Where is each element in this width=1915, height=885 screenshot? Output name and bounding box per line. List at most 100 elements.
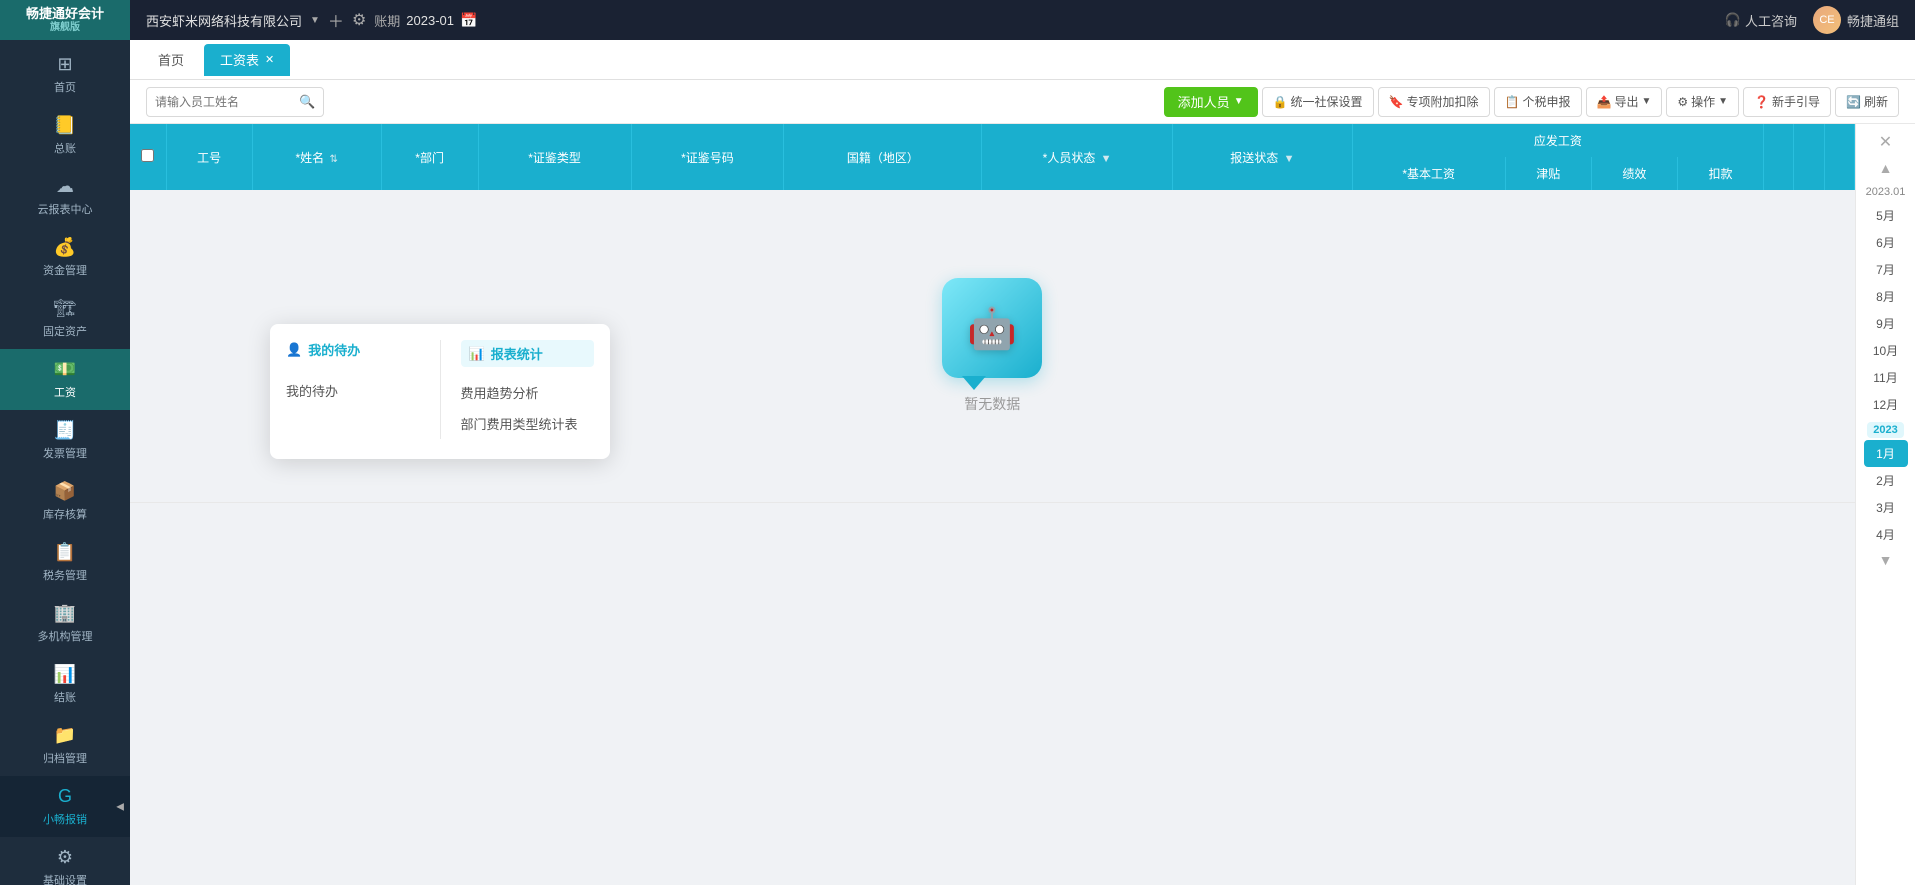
tab-salary[interactable]: 工资表 ✕ (204, 44, 290, 76)
company-settings-icon[interactable]: ⚙ (352, 10, 366, 30)
toolbar: 🔍 添加人员 ▼ 🔒 统一社保设置 🔖 专项附加扣除 📋 个税申报 (130, 80, 1915, 124)
sidebar-item-ledger[interactable]: 📒 总账 (0, 105, 130, 166)
top-header: 畅捷通好会计 旗舰版 西安虾米网络科技有限公司 ▼ ＋ ⚙ 账期 2023-01… (0, 0, 1915, 40)
th-allowance: 津贴 (1505, 157, 1591, 190)
timeline-close-icon[interactable]: ✕ (1879, 132, 1892, 152)
timeline-month-5[interactable]: 5月 (1864, 202, 1908, 229)
sidebar-item-multi-org[interactable]: 🏢 多机构管理 (0, 593, 130, 654)
settle-icon: 📊 (54, 664, 76, 685)
special-deduct-button[interactable]: 🔖 专项附加扣除 (1378, 87, 1490, 117)
operation-button[interactable]: ⚙ 操作 ▼ (1666, 87, 1739, 117)
settings-icon: ⚙ (57, 847, 73, 868)
timeline-month-4[interactable]: 4月 (1864, 521, 1908, 548)
timeline-month-7[interactable]: 7月 (1864, 256, 1908, 283)
timeline-month-11[interactable]: 11月 (1864, 364, 1908, 391)
sidebar-item-cloud-report[interactable]: ☁ 云报表中心 (0, 166, 130, 227)
search-icon[interactable]: 🔍 (299, 94, 315, 110)
timeline-month-9[interactable]: 9月 (1864, 310, 1908, 337)
tab-home[interactable]: 首页 (142, 44, 200, 76)
tax-icon: 📋 (54, 542, 76, 563)
timeline-month-2[interactable]: 2月 (1864, 467, 1908, 494)
add-company-icon[interactable]: ＋ (328, 8, 344, 32)
user-name: 畅捷通组 (1847, 11, 1899, 30)
support-button[interactable]: 🎧 人工咨询 (1725, 11, 1797, 30)
social-security-button[interactable]: 🔒 统一社保设置 (1262, 87, 1374, 117)
refresh-icon: 🔄 (1846, 95, 1861, 109)
popup-col-right: 📊 报表统计 费用趋势分析 部门费用类型统计表 (445, 340, 611, 439)
th-dept: *部门 (381, 124, 478, 190)
th-cert-type: *证鉴类型 (478, 124, 631, 190)
todo-icon: 👤 (286, 342, 302, 358)
calendar-icon[interactable]: 📅 (460, 12, 477, 29)
expense-trend-item[interactable]: 费用趋势分析 (461, 377, 595, 408)
timeline-month-6[interactable]: 6月 (1864, 229, 1908, 256)
expand-arrow-icon: ◀ (116, 801, 124, 812)
toolbar-right: 添加人员 ▼ 🔒 统一社保设置 🔖 专项附加扣除 📋 个税申报 📤 (1164, 87, 1899, 117)
home-icon: ⊞ (57, 54, 72, 75)
sidebar-item-fixed-assets[interactable]: 🏗 固定资产 (0, 288, 130, 349)
th-pension (1794, 124, 1824, 190)
popup-col-left: 👤 我的待办 我的待办 (270, 340, 436, 439)
archive-icon: 📁 (54, 725, 76, 746)
timeline-month-3[interactable]: 3月 (1864, 494, 1908, 521)
table-wrapper: 工号 *姓名 ⇅ *部门 *证鉴类型 (130, 124, 1915, 885)
operation-chevron-icon: ▼ (1718, 96, 1728, 107)
period-label: 账期 (374, 11, 400, 30)
report-status-filter-icon[interactable]: ▼ (1284, 153, 1295, 165)
timeline-month-10[interactable]: 10月 (1864, 337, 1908, 364)
user-area[interactable]: CE 畅捷通组 (1813, 6, 1899, 34)
dept-expense-item[interactable]: 部门费用类型统计表 (461, 408, 595, 439)
timeline-month-8[interactable]: 8月 (1864, 283, 1908, 310)
sidebar-item-basic-settings[interactable]: ⚙ 基础设置 (0, 837, 130, 885)
sidebar-item-inventory[interactable]: 📦 库存核算 (0, 471, 130, 532)
popup-divider (440, 340, 441, 439)
invoice-icon: 🧾 (54, 420, 76, 441)
tax-report-icon: 📋 (1505, 95, 1520, 109)
th-person-status: *人员状态 ▼ (982, 124, 1173, 190)
sidebar-item-tax[interactable]: 📋 税务管理 (0, 532, 130, 593)
sidebar-item-settle[interactable]: 📊 结账 (0, 654, 130, 715)
timeline-month-12[interactable]: 12月 (1864, 391, 1908, 418)
timeline-year-current: 2023 (1867, 422, 1903, 438)
sidebar-item-fund[interactable]: 💰 资金管理 (0, 227, 130, 288)
timeline-up-icon[interactable]: ▲ (1875, 156, 1897, 180)
sidebar-item-invoice[interactable]: 🧾 发票管理 (0, 410, 130, 471)
company-name: 西安虾米网络科技有限公司 (146, 11, 302, 30)
my-todo-item[interactable]: 我的待办 (286, 375, 420, 406)
popup-overlay: 👤 我的待办 我的待办 📊 报表统计 (270, 324, 610, 459)
sidebar-item-xiaochang-report[interactable]: G 小畅报销 ◀ (0, 776, 130, 837)
person-status-filter-icon[interactable]: ▼ (1101, 153, 1112, 165)
tab-close-icon[interactable]: ✕ (265, 53, 274, 66)
search-input[interactable] (155, 95, 295, 109)
multi-org-icon: 🏢 (54, 603, 76, 624)
popup-col2-title: 📊 报表统计 (461, 340, 595, 367)
th-deductions: 扣款 (1677, 157, 1763, 190)
company-dropdown-icon[interactable]: ▼ (310, 15, 320, 26)
guide-btn-icon: ❓ (1754, 95, 1769, 109)
inventory-icon: 📦 (54, 481, 76, 502)
personal-tax-button[interactable]: 📋 个税申报 (1494, 87, 1582, 117)
period-area: 账期 2023-01 📅 (374, 11, 477, 30)
timeline-down-icon[interactable]: ▼ (1875, 548, 1897, 572)
empty-text: 暂无数据 (964, 394, 1020, 414)
th-nationality: 国籍（地区） (784, 124, 982, 190)
th-total (1764, 124, 1794, 190)
content-area: 首页 工资表 ✕ 🔍 添加人员 ▼ 🔒 统一社保设置 (130, 40, 1915, 885)
export-button[interactable]: 📤 导出 ▼ (1586, 87, 1663, 117)
sidebar-item-archive[interactable]: 📁 归档管理 (0, 715, 130, 776)
empty-robot-icon: 🤖 (942, 278, 1042, 378)
add-person-button[interactable]: 添加人员 ▼ (1164, 87, 1258, 117)
select-all-checkbox[interactable] (141, 149, 154, 162)
headset-icon: 🎧 (1725, 12, 1741, 28)
sidebar-item-salary[interactable]: 💵 工资 (0, 349, 130, 410)
name-sort-icon[interactable]: ⇅ (329, 154, 337, 165)
tab-bar: 首页 工资表 ✕ (130, 40, 1915, 80)
company-area: 西安虾米网络科技有限公司 ▼ ＋ ⚙ 账期 2023-01 📅 (130, 8, 493, 32)
sidebar-item-home[interactable]: ⊞ 首页 (0, 44, 130, 105)
search-wrap: 🔍 (146, 87, 324, 117)
refresh-button[interactable]: 🔄 刷新 (1835, 87, 1899, 117)
report-stats-icon: 📊 (469, 346, 485, 362)
th-payable-group: 应发工资 (1352, 124, 1763, 157)
new-guide-button[interactable]: ❓ 新手引导 (1743, 87, 1831, 117)
timeline-month-1[interactable]: 1月 (1864, 440, 1908, 467)
